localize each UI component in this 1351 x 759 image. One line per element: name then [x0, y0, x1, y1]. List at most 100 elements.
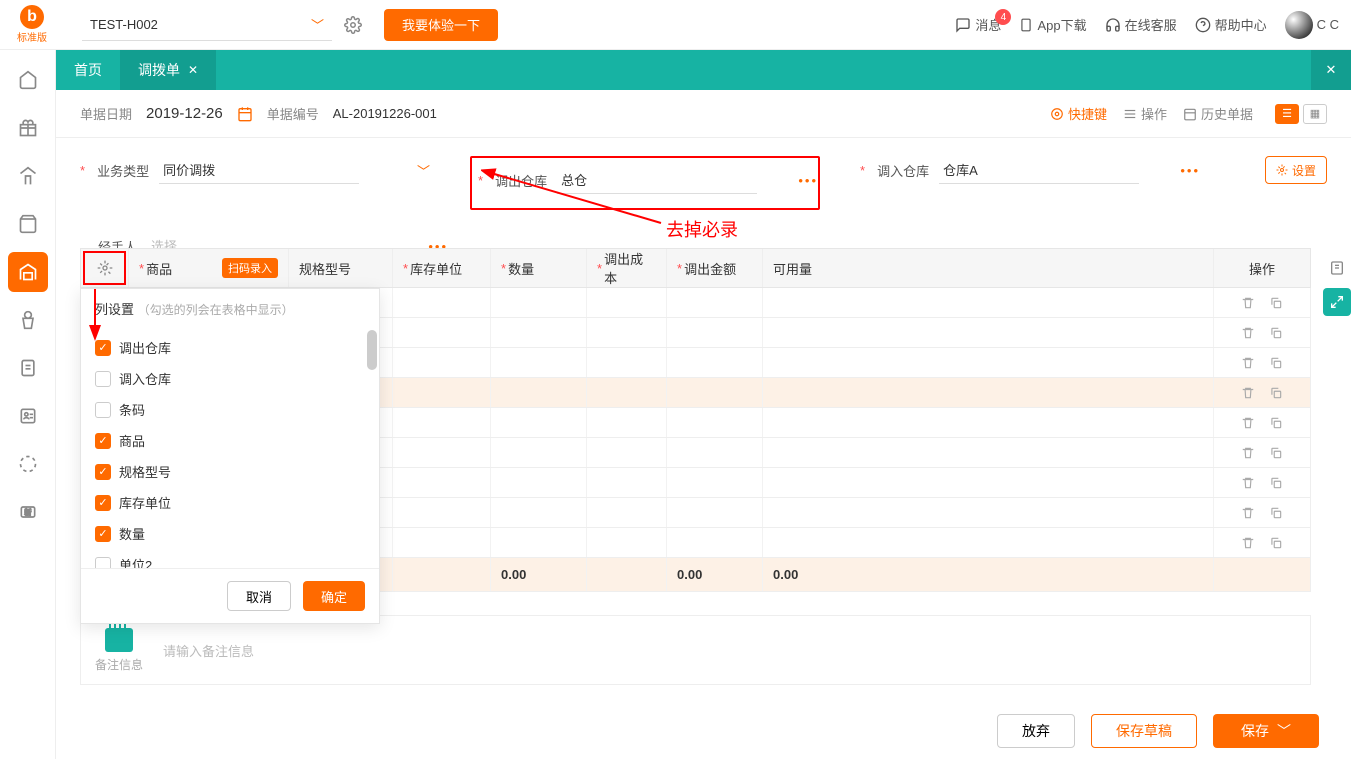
scrollbar-thumb[interactable]	[367, 330, 377, 370]
td-unit[interactable]	[393, 318, 491, 347]
column-option[interactable]: ✓数量	[95, 518, 365, 549]
rail-home-icon[interactable]	[8, 60, 48, 100]
tabs-close-all[interactable]: ✕	[1311, 50, 1351, 90]
rail-loading-icon[interactable]	[8, 444, 48, 484]
td-cost[interactable]	[587, 438, 667, 467]
td-amount[interactable]	[667, 498, 763, 527]
delete-icon[interactable]	[1241, 296, 1255, 310]
field-in-wh[interactable]: * 调入仓库 仓库A •••	[860, 156, 1200, 184]
td-amount[interactable]	[667, 348, 763, 377]
discard-button[interactable]: 放弃	[997, 714, 1075, 748]
copy-icon[interactable]	[1269, 356, 1283, 370]
save-draft-button[interactable]: 保存草稿	[1091, 714, 1197, 748]
copy-icon[interactable]	[1269, 296, 1283, 310]
help-center-link[interactable]: 帮助中心	[1195, 15, 1267, 34]
td-cost[interactable]	[587, 348, 667, 377]
td-amount[interactable]	[667, 468, 763, 497]
td-amount[interactable]	[667, 438, 763, 467]
field-biz-type[interactable]: * 业务类型 同价调拨 ﹀	[80, 156, 430, 184]
td-qty[interactable]	[491, 318, 587, 347]
checkbox-icon[interactable]: ✓	[95, 433, 111, 449]
td-amount[interactable]	[667, 408, 763, 437]
shortcut-link[interactable]: 快捷键	[1050, 104, 1107, 123]
column-option[interactable]: 条码	[95, 394, 365, 425]
delete-icon[interactable]	[1241, 326, 1255, 340]
column-option[interactable]: ✓调出仓库	[95, 332, 365, 363]
td-qty[interactable]	[491, 468, 587, 497]
more-icon[interactable]: •••	[798, 173, 818, 188]
column-settings-button[interactable]	[81, 249, 129, 287]
delete-icon[interactable]	[1241, 536, 1255, 550]
app-download-link[interactable]: App下载	[1019, 15, 1086, 34]
td-qty[interactable]	[491, 348, 587, 377]
copy-icon[interactable]	[1269, 326, 1283, 340]
td-cost[interactable]	[587, 468, 667, 497]
td-unit[interactable]	[393, 408, 491, 437]
save-button[interactable]: 保存﹀	[1213, 714, 1319, 748]
td-unit[interactable]	[393, 438, 491, 467]
settings-button[interactable]: 设置	[1265, 156, 1327, 184]
delete-icon[interactable]	[1241, 476, 1255, 490]
copy-icon[interactable]	[1269, 476, 1283, 490]
td-cost[interactable]	[587, 528, 667, 557]
tab-home[interactable]: 首页	[56, 50, 120, 90]
copy-icon[interactable]	[1269, 506, 1283, 520]
td-qty[interactable]	[491, 438, 587, 467]
td-amount[interactable]	[667, 378, 763, 407]
column-option[interactable]: 调入仓库	[95, 363, 365, 394]
column-option[interactable]: ✓库存单位	[95, 487, 365, 518]
history-link[interactable]: 历史单据	[1183, 104, 1253, 123]
td-cost[interactable]	[587, 318, 667, 347]
checkbox-icon[interactable]: ✓	[95, 340, 111, 356]
remark-input[interactable]: 请输入备注信息	[163, 641, 1296, 660]
delete-icon[interactable]	[1241, 416, 1255, 430]
view-list-icon[interactable]: ☰	[1275, 104, 1299, 124]
td-cost[interactable]	[587, 288, 667, 317]
tab-active[interactable]: 调拨单 ✕	[120, 50, 216, 90]
calendar-icon[interactable]	[237, 106, 253, 122]
td-cost[interactable]	[587, 498, 667, 527]
checkbox-icon[interactable]	[95, 557, 111, 569]
user-menu[interactable]: C C	[1285, 11, 1339, 39]
column-option[interactable]: ✓规格型号	[95, 456, 365, 487]
close-icon[interactable]: ✕	[188, 63, 198, 77]
store-select[interactable]: TEST-H002 ﹀	[82, 9, 332, 41]
copy-icon[interactable]	[1269, 386, 1283, 400]
rail-gift-icon[interactable]	[8, 108, 48, 148]
checkbox-icon[interactable]	[95, 402, 111, 418]
td-cost[interactable]	[587, 378, 667, 407]
rail-bag-icon[interactable]	[8, 204, 48, 244]
td-unit[interactable]	[393, 378, 491, 407]
td-qty[interactable]	[491, 498, 587, 527]
operate-link[interactable]: 操作	[1123, 104, 1167, 123]
checkbox-icon[interactable]: ✓	[95, 464, 111, 480]
more-icon[interactable]: •••	[1180, 163, 1200, 178]
column-option[interactable]: 单位2	[95, 549, 365, 568]
checkbox-icon[interactable]: ✓	[95, 526, 111, 542]
date-value[interactable]: 2019-12-26	[146, 105, 223, 122]
rail-clipboard-icon[interactable]	[8, 348, 48, 388]
delete-icon[interactable]	[1241, 506, 1255, 520]
cancel-button[interactable]: 取消	[227, 581, 291, 611]
expand-icon[interactable]	[1323, 288, 1351, 316]
td-unit[interactable]	[393, 498, 491, 527]
note-icon[interactable]	[1323, 254, 1351, 282]
rail-money-icon[interactable]	[8, 300, 48, 340]
checkbox-icon[interactable]: ✓	[95, 495, 111, 511]
column-option[interactable]: ✓商品	[95, 425, 365, 456]
copy-icon[interactable]	[1269, 536, 1283, 550]
messages-link[interactable]: 消息 4	[955, 15, 1001, 34]
td-unit[interactable]	[393, 528, 491, 557]
td-unit[interactable]	[393, 348, 491, 377]
td-qty[interactable]	[491, 528, 587, 557]
ok-button[interactable]: 确定	[303, 581, 365, 611]
delete-icon[interactable]	[1241, 386, 1255, 400]
delete-icon[interactable]	[1241, 356, 1255, 370]
td-amount[interactable]	[667, 528, 763, 557]
td-qty[interactable]	[491, 408, 587, 437]
rail-warehouse-icon[interactable]	[8, 252, 48, 292]
trial-button[interactable]: 我要体验一下	[384, 9, 498, 41]
delete-icon[interactable]	[1241, 446, 1255, 460]
checkbox-icon[interactable]	[95, 371, 111, 387]
td-qty[interactable]	[491, 378, 587, 407]
